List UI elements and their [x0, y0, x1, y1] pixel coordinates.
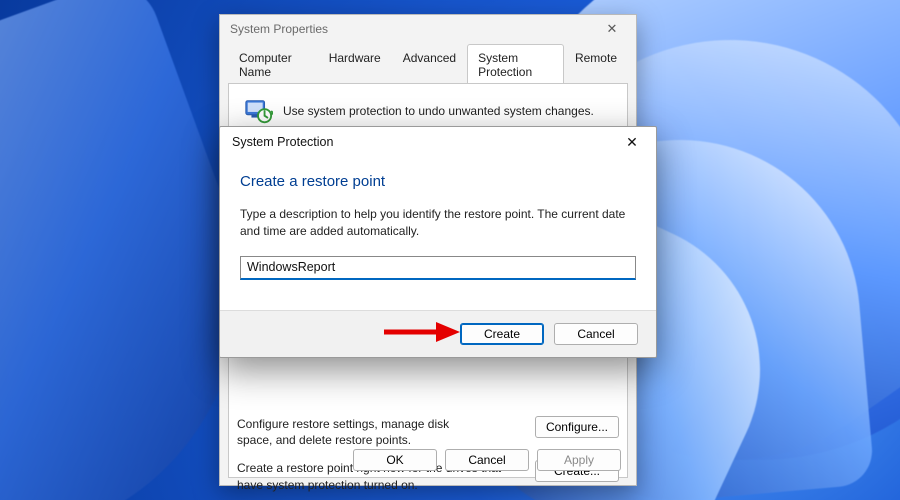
- create-button[interactable]: Create: [460, 323, 544, 345]
- tab-system-protection[interactable]: System Protection: [467, 44, 564, 84]
- apply-button: Apply: [537, 449, 621, 471]
- dialog-title: System Protection: [232, 135, 333, 149]
- tab-advanced[interactable]: Advanced: [392, 44, 467, 84]
- dialog-footer-buttons: OK Cancel Apply: [353, 449, 621, 471]
- dialog-footer: Create Cancel: [220, 310, 656, 357]
- annotation-arrow-icon: [380, 317, 462, 347]
- configure-button[interactable]: Configure...: [535, 416, 619, 438]
- tab-hardware[interactable]: Hardware: [318, 44, 392, 84]
- cancel-button[interactable]: Cancel: [554, 323, 638, 345]
- dialog-titlebar: System Protection ✕: [220, 127, 656, 157]
- info-text: Use system protection to undo unwanted s…: [283, 103, 594, 119]
- configure-description: Configure restore settings, manage disk …: [237, 416, 487, 448]
- tab-remote[interactable]: Remote: [564, 44, 628, 84]
- restore-point-description-input[interactable]: [240, 256, 636, 280]
- dialog-description: Type a description to help you identify …: [240, 206, 636, 240]
- tab-strip: Computer Name Hardware Advanced System P…: [220, 43, 636, 83]
- system-protection-icon: [243, 96, 273, 126]
- create-restore-point-dialog: System Protection ✕ Create a restore poi…: [219, 126, 657, 358]
- cancel-button[interactable]: Cancel: [445, 449, 529, 471]
- close-icon[interactable]: ✕: [614, 134, 650, 151]
- ok-button[interactable]: OK: [353, 449, 437, 471]
- close-icon[interactable]: ✕: [594, 21, 630, 37]
- window-title: System Properties: [230, 22, 328, 36]
- titlebar: System Properties ✕: [220, 15, 636, 43]
- dialog-heading: Create a restore point: [240, 173, 636, 190]
- tab-computer-name[interactable]: Computer Name: [228, 44, 318, 84]
